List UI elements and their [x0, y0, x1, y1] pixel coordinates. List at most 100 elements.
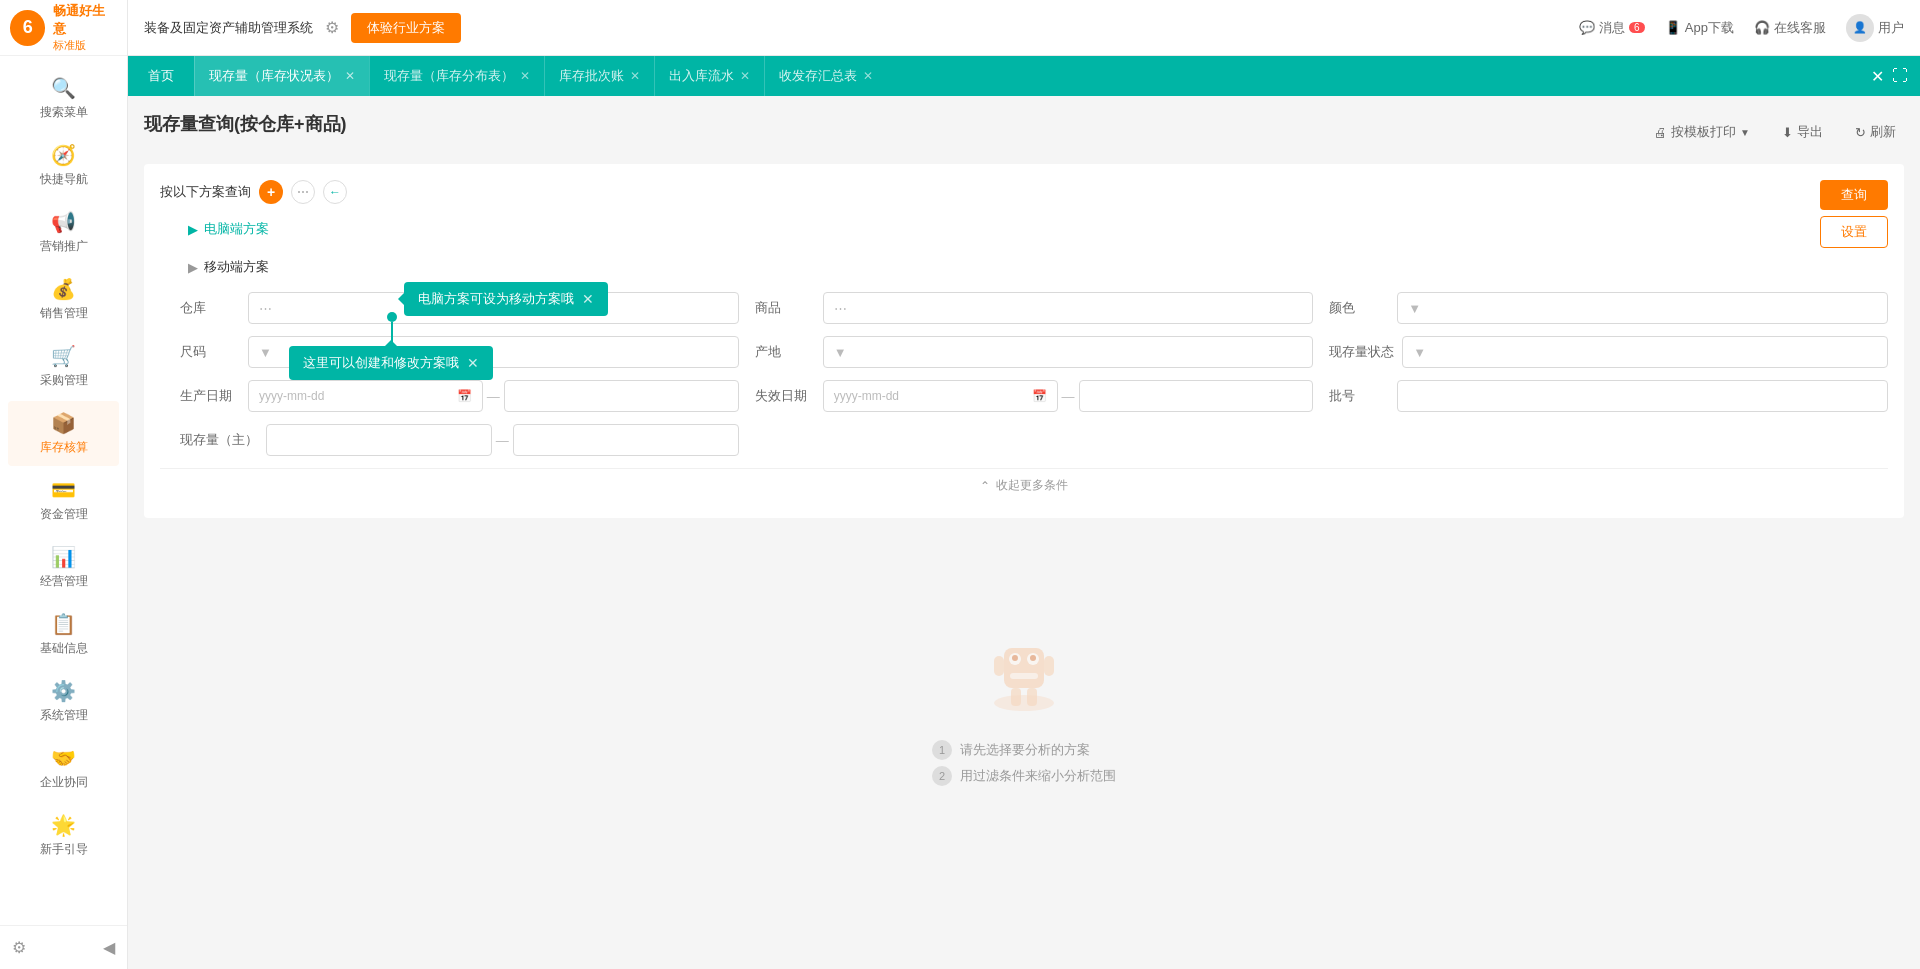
print-btn[interactable]: 🖨 按模板打印 ▼ — [1646, 119, 1758, 145]
sidebar-bottom: ⚙ ◀ — [0, 925, 127, 969]
warehouse-dots-icon: ⋯ — [259, 301, 272, 316]
tab-home-label: 首页 — [148, 67, 174, 85]
tab-inventory-status-label: 现存量（库存状况表） — [209, 67, 339, 85]
prod-date-end[interactable] — [504, 380, 739, 412]
color-input[interactable]: ▼ — [1397, 292, 1888, 324]
tab-in-out-flow[interactable]: 出入库流水 ✕ — [654, 56, 764, 96]
tab-inventory-status-close[interactable]: ✕ — [345, 69, 355, 83]
sidebar-collapse-btn[interactable]: ◀ — [103, 938, 115, 957]
goods-label: 商品 — [755, 299, 815, 317]
popover-create-close-btn[interactable]: ✕ — [467, 355, 479, 371]
sidebar-settings-btn[interactable]: ⚙ — [12, 938, 26, 957]
stock-status-label: 现存量状态 — [1329, 343, 1394, 361]
more-options-btn[interactable]: ⋯ — [291, 180, 315, 204]
desktop-arrow-icon: ▶ — [188, 222, 198, 237]
sidebar-item-basic[interactable]: 📋 基础信息 — [8, 602, 119, 667]
arrow-back-btn[interactable]: ← — [323, 180, 347, 204]
mobile-scheme-item[interactable]: ▶ 移动端方案 — [180, 254, 1888, 280]
tab-receive-close[interactable]: ✕ — [863, 69, 873, 83]
size-dropdown-icon: ▼ — [259, 345, 272, 360]
message-badge: 6 — [1629, 22, 1645, 33]
expire-date-start[interactable]: yyyy-mm-dd 📅 — [823, 380, 1058, 412]
prod-date-range: yyyy-mm-dd 📅 — — [248, 380, 739, 412]
query-btn[interactable]: 查询 — [1820, 180, 1888, 210]
tab-expand-btn[interactable]: ⛶ — [1892, 67, 1908, 85]
tab-flow-label: 出入库流水 — [669, 67, 734, 85]
support-label: 在线客服 — [1774, 19, 1826, 37]
step-num-2: 2 — [932, 766, 952, 786]
prod-date-placeholder: yyyy-mm-dd — [259, 389, 324, 403]
purchase-icon: 🛒 — [51, 344, 76, 368]
tab-close-all-btn[interactable]: ✕ — [1871, 67, 1884, 86]
sidebar-label-system: 系统管理 — [40, 707, 88, 724]
tabs-bar: 首页 现存量（库存状况表） ✕ 现存量（库存分布表） ✕ 库存批次账 ✕ 出入库… — [128, 56, 1920, 96]
calendar-icon-expire: 📅 — [1032, 389, 1047, 403]
popover-scheme-text: 电脑方案可设为移动方案哦 — [418, 290, 574, 308]
export-icon: ⬇ — [1782, 125, 1793, 140]
refresh-btn[interactable]: ↻ 刷新 — [1847, 119, 1904, 145]
sidebar: 6 畅通好生意 标准版 🔍 搜索菜单 🧭 快捷导航 📢 营销推广 💰 销售管理 … — [0, 0, 128, 969]
stock-status-input[interactable]: ▼ — [1402, 336, 1888, 368]
tab-receive-label: 收发存汇总表 — [779, 67, 857, 85]
step-1-text: 请先选择要分析的方案 — [960, 741, 1090, 759]
stock-main-range: — — [266, 424, 739, 456]
message-label: 消息 — [1599, 19, 1625, 37]
settings-btn[interactable]: 设置 — [1820, 216, 1888, 248]
header-left: 装备及固定资产辅助管理系统 ⚙ 体验行业方案 — [144, 13, 461, 43]
origin-input[interactable]: ▼ — [823, 336, 1314, 368]
stock-main-start[interactable] — [266, 424, 492, 456]
tab-inventory-dist[interactable]: 现存量（库存分布表） ✕ — [369, 56, 544, 96]
sidebar-item-guide[interactable]: 🌟 新手引导 — [8, 803, 119, 868]
expire-date-placeholder: yyyy-mm-dd — [834, 389, 899, 403]
desktop-scheme-item[interactable]: ▶ 电脑端方案 — [180, 216, 1888, 242]
tab-flow-close[interactable]: ✕ — [740, 69, 750, 83]
message-icon: 💬 — [1579, 20, 1595, 35]
stock-main-end[interactable] — [513, 424, 739, 456]
messages-btn[interactable]: 💬 消息 6 — [1579, 19, 1645, 37]
tab-receive-send[interactable]: 收发存汇总表 ✕ — [764, 56, 887, 96]
calendar-icon-prod-start: 📅 — [457, 389, 472, 403]
print-icon: 🖨 — [1654, 125, 1667, 140]
sidebar-item-marketing[interactable]: 📢 营销推广 — [8, 200, 119, 265]
sidebar-item-sales[interactable]: 💰 销售管理 — [8, 267, 119, 332]
sidebar-item-collab[interactable]: 🤝 企业协同 — [8, 736, 119, 801]
tab-batch-close[interactable]: ✕ — [630, 69, 640, 83]
stock-status-group: 现存量状态 ▼ — [1329, 336, 1888, 368]
action-buttons: 查询 设置 — [1820, 180, 1888, 248]
svg-rect-7 — [994, 656, 1004, 676]
collab-icon: 🤝 — [51, 746, 76, 770]
header: 装备及固定资产辅助管理系统 ⚙ 体验行业方案 💬 消息 6 📱 App下载 🎧 … — [128, 0, 1920, 56]
support-btn[interactable]: 🎧 在线客服 — [1754, 19, 1826, 37]
collapse-bar[interactable]: ⌃ 收起更多条件 — [160, 468, 1888, 502]
tab-batch-ledger[interactable]: 库存批次账 ✕ — [544, 56, 654, 96]
collapse-label: 收起更多条件 — [996, 477, 1068, 494]
export-btn[interactable]: ⬇ 导出 — [1774, 119, 1831, 145]
add-scheme-btn[interactable]: + — [259, 180, 283, 204]
mobile-arrow-icon: ▶ — [188, 260, 198, 275]
svg-rect-1 — [1004, 648, 1044, 688]
goods-dots-icon: ⋯ — [834, 301, 847, 316]
tab-inventory-status[interactable]: 现存量（库存状况表） ✕ — [194, 56, 369, 96]
refresh-icon: ↻ — [1855, 125, 1866, 140]
sidebar-item-search[interactable]: 🔍 搜索菜单 — [8, 66, 119, 131]
sidebar-item-inventory[interactable]: 📦 库存核算 — [8, 401, 119, 466]
batch-input[interactable] — [1397, 380, 1888, 412]
goods-input[interactable]: ⋯ — [823, 292, 1314, 324]
sidebar-item-operations[interactable]: 📊 经营管理 — [8, 535, 119, 600]
tab-inventory-dist-close[interactable]: ✕ — [520, 69, 530, 83]
prod-date-start[interactable]: yyyy-mm-dd 📅 — [248, 380, 483, 412]
sidebar-item-finance[interactable]: 💳 资金管理 — [8, 468, 119, 533]
app-download-btn[interactable]: 📱 App下载 — [1665, 19, 1734, 37]
user-menu[interactable]: 👤 用户 — [1846, 14, 1904, 42]
expire-date-end[interactable] — [1079, 380, 1314, 412]
sidebar-item-purchase[interactable]: 🛒 采购管理 — [8, 334, 119, 399]
tab-home[interactable]: 首页 — [128, 56, 194, 96]
query-panel: 查询 设置 按以下方案查询 + ⋯ ← ▶ 电脑端方案 电脑方案可设为移动方案哦… — [144, 164, 1904, 518]
settings-icon[interactable]: ⚙ — [325, 18, 339, 37]
query-header: 按以下方案查询 + ⋯ ← — [160, 180, 1888, 204]
sidebar-item-quicknav[interactable]: 🧭 快捷导航 — [8, 133, 119, 198]
industry-btn[interactable]: 体验行业方案 — [351, 13, 461, 43]
sidebar-item-system[interactable]: ⚙️ 系统管理 — [8, 669, 119, 734]
sales-icon: 💰 — [51, 277, 76, 301]
popover-scheme-close-btn[interactable]: ✕ — [582, 291, 594, 307]
